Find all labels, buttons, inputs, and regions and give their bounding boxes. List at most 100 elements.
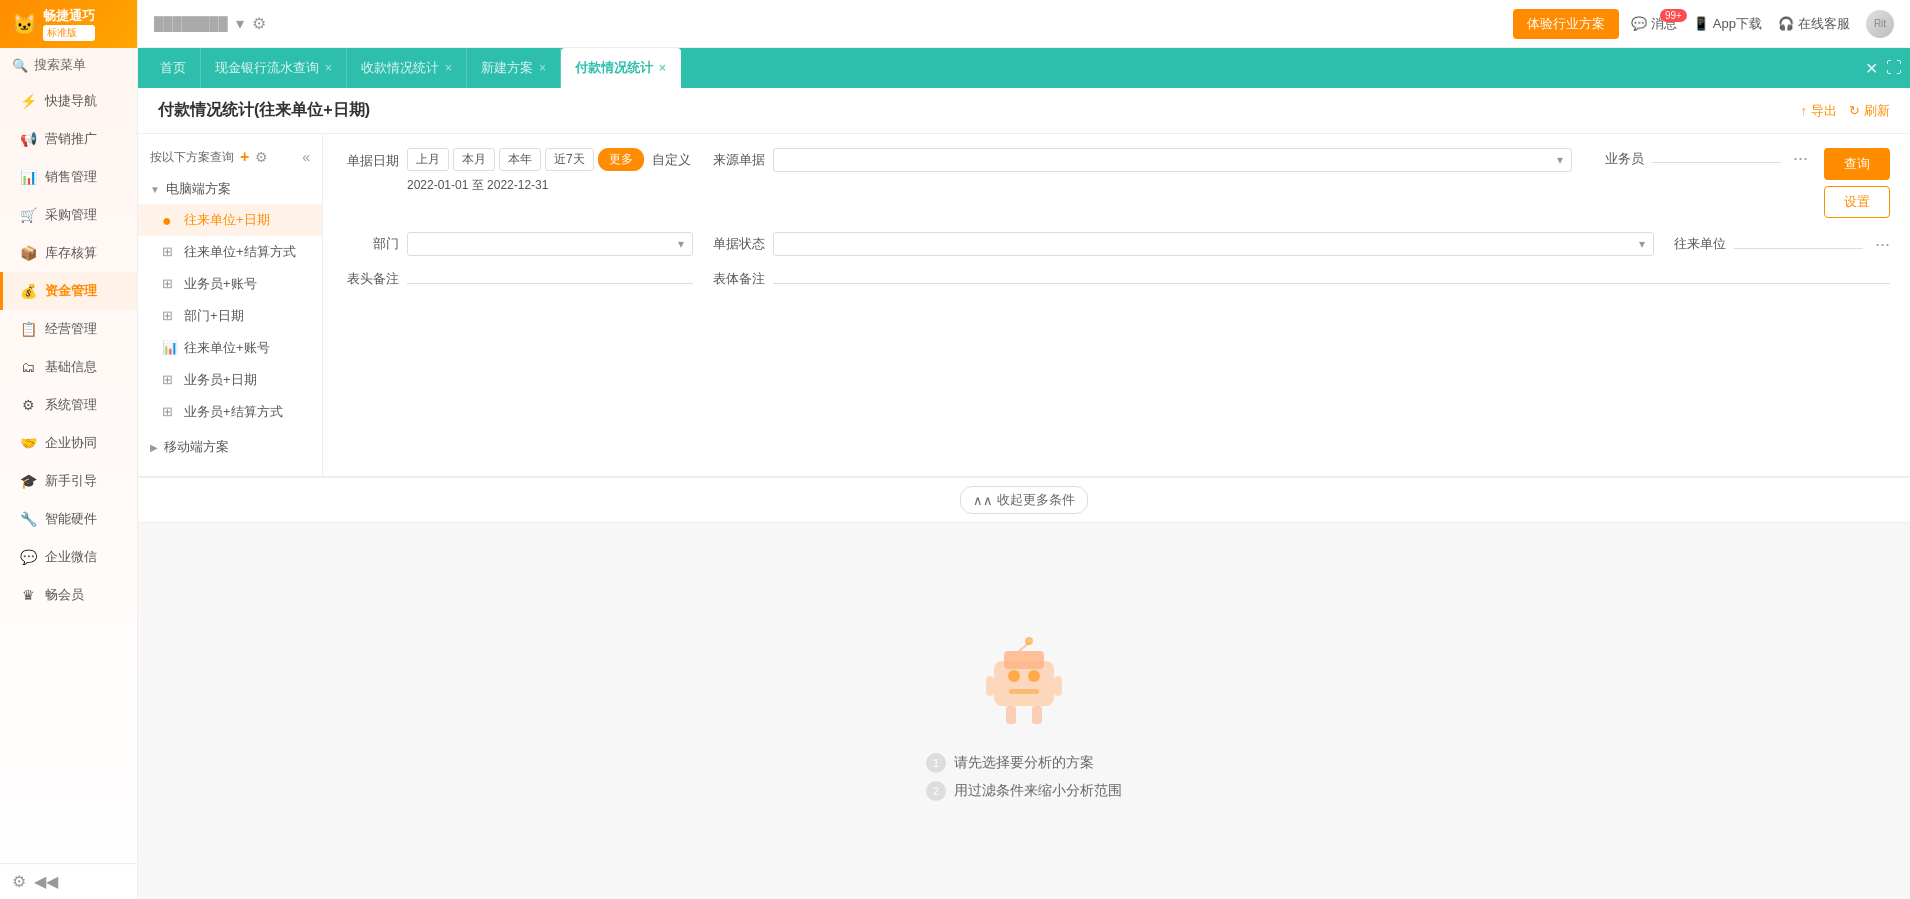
date-btn-this-year[interactable]: 本年 bbox=[499, 148, 541, 171]
tab-new-scheme[interactable]: 新建方案 × bbox=[467, 48, 561, 88]
sidebar-item-hardware[interactable]: 🔧 智能硬件 bbox=[0, 500, 137, 538]
footer-collapse-icon[interactable]: ◀◀ bbox=[34, 872, 58, 891]
main-area: ████████ ▾ ⚙ 体验行业方案 💬 消息 99+ 📱 App下载 🎧 在… bbox=[138, 0, 1910, 899]
search-menu[interactable]: 🔍 搜索菜单 bbox=[0, 48, 137, 82]
scheme-item-label: 部门+日期 bbox=[184, 307, 244, 325]
scheme-item-dept-date[interactable]: ⊞ 部门+日期 bbox=[138, 300, 322, 332]
empty-illustration bbox=[964, 621, 1084, 741]
tab-payment-stats[interactable]: 付款情况统计 × bbox=[561, 48, 681, 88]
export-label: 导出 bbox=[1811, 102, 1837, 120]
scheme-item-contact-date[interactable]: ● 往来单位+日期 bbox=[138, 204, 322, 236]
collapse-up-icon: ∧∧ bbox=[973, 493, 993, 508]
custom-date-label: 自定义 bbox=[652, 151, 691, 169]
sidebar-item-inventory[interactable]: 📦 库存核算 bbox=[0, 234, 137, 272]
scheme-group-mobile-header[interactable]: ▶ 移动端方案 bbox=[138, 432, 322, 462]
tab-bank-flow[interactable]: 现金银行流水查询 × bbox=[201, 48, 347, 88]
scheme-item-icon: ⊞ bbox=[162, 308, 178, 324]
staff-ellipsis-icon[interactable]: ··· bbox=[1793, 148, 1808, 169]
date-label: 单据日期 bbox=[343, 148, 399, 170]
expand-window-icon[interactable]: ⛶ bbox=[1886, 59, 1902, 78]
scheme-item-staff-payment[interactable]: ⊞ 业务员+结算方式 bbox=[138, 396, 322, 428]
refresh-button[interactable]: ↻ 刷新 bbox=[1849, 102, 1890, 120]
dept-select[interactable]: ▾ bbox=[407, 232, 693, 256]
app-download-btn[interactable]: 📱 App下载 bbox=[1693, 15, 1762, 33]
scheme-settings-icon[interactable]: ⚙ bbox=[255, 149, 268, 165]
sidebar-item-wechat[interactable]: 💬 企业微信 bbox=[0, 538, 137, 576]
collapse-filter-btn[interactable]: ∧∧ 收起更多条件 bbox=[960, 486, 1088, 514]
close-all-tabs-icon[interactable]: ✕ bbox=[1865, 59, 1878, 78]
contact-ellipsis-icon[interactable]: ··· bbox=[1875, 234, 1890, 255]
scheme-item-label: 业务员+结算方式 bbox=[184, 403, 283, 421]
staff-label: 业务员 bbox=[1588, 150, 1644, 168]
tip-2-text: 用过滤条件来缩小分析范围 bbox=[954, 782, 1122, 800]
scheme-item-icon: ⊞ bbox=[162, 276, 178, 292]
scheme-group-mobile: ▶ 移动端方案 bbox=[138, 432, 322, 462]
sidebar-item-cooperation[interactable]: 🤝 企业协同 bbox=[0, 424, 137, 462]
scheme-item-contact-account[interactable]: 📊 往来单位+账号 bbox=[138, 332, 322, 364]
tab-bank-flow-label: 现金银行流水查询 bbox=[215, 59, 319, 77]
topbar-dropdown-icon[interactable]: ▾ bbox=[236, 14, 244, 33]
tab-payment-stats-close[interactable]: × bbox=[659, 61, 666, 75]
query-button[interactable]: 查询 bbox=[1824, 148, 1890, 180]
sidebar-item-finance[interactable]: 💰 资金管理 bbox=[0, 272, 137, 310]
sidebar-item-system[interactable]: ⚙ 系统管理 bbox=[0, 386, 137, 424]
group-expand-arrow: ▼ bbox=[150, 184, 160, 195]
tab-home[interactable]: 首页 bbox=[146, 48, 201, 88]
footer-settings-icon[interactable]: ⚙ bbox=[12, 872, 26, 891]
filter-section: 按以下方案查询 + ⚙ « ▼ 电脑端方案 ● 往来单位+日期 bbox=[138, 134, 1910, 477]
tabbar-actions: ✕ ⛶ bbox=[1865, 59, 1902, 78]
date-btn-last-month[interactable]: 上月 bbox=[407, 148, 449, 171]
page-title: 付款情况统计(往来单位+日期) bbox=[158, 100, 370, 121]
source-select[interactable]: ▾ bbox=[773, 148, 1572, 172]
status-dropdown-icon: ▾ bbox=[1639, 237, 1645, 251]
sidebar-item-label: 智能硬件 bbox=[45, 510, 97, 528]
sidebar-item-label: 快捷导航 bbox=[45, 92, 97, 110]
empty-tip-1: 1 请先选择要分析的方案 bbox=[926, 753, 1122, 773]
sidebar-item-label: 畅会员 bbox=[45, 586, 84, 604]
tab-receipt-stats-close[interactable]: × bbox=[445, 61, 452, 75]
sidebar-item-marketing[interactable]: 📢 营销推广 bbox=[0, 120, 137, 158]
online-service-btn[interactable]: 🎧 在线客服 bbox=[1778, 15, 1850, 33]
settings-button[interactable]: 设置 bbox=[1824, 186, 1890, 218]
tab-new-scheme-close[interactable]: × bbox=[539, 61, 546, 75]
sidebar-item-label: 销售管理 bbox=[45, 168, 97, 186]
hardware-icon: 🔧 bbox=[19, 510, 37, 528]
date-btn-more[interactable]: 更多 bbox=[598, 148, 644, 171]
group-label: 移动端方案 bbox=[164, 438, 229, 456]
company-name: ████████ bbox=[154, 16, 228, 31]
export-button[interactable]: ↑ 导出 bbox=[1801, 102, 1838, 120]
collapse-label: 收起更多条件 bbox=[997, 491, 1075, 509]
empty-state: 1 请先选择要分析的方案 2 用过滤条件来缩小分析范围 bbox=[138, 523, 1910, 899]
sidebar-item-quick-nav[interactable]: ⚡ 快捷导航 bbox=[0, 82, 137, 120]
group-collapse-arrow: ▶ bbox=[150, 442, 158, 453]
date-btn-this-month[interactable]: 本月 bbox=[453, 148, 495, 171]
sidebar-item-basics[interactable]: 🗂 基础信息 bbox=[0, 348, 137, 386]
scheme-item-staff-date[interactable]: ⊞ 业务员+日期 bbox=[138, 364, 322, 396]
tab-receipt-stats-label: 收款情况统计 bbox=[361, 59, 439, 77]
add-scheme-icon[interactable]: + bbox=[240, 148, 249, 166]
svg-rect-7 bbox=[1006, 706, 1016, 724]
scheme-item-label: 业务员+日期 bbox=[184, 371, 257, 389]
sidebar-item-vip[interactable]: ♛ 畅会员 bbox=[0, 576, 137, 614]
scheme-item-staff-account[interactable]: ⊞ 业务员+账号 bbox=[138, 268, 322, 300]
scheme-item-contact-payment[interactable]: ⊞ 往来单位+结算方式 bbox=[138, 236, 322, 268]
sidebar-item-guide[interactable]: 🎓 新手引导 bbox=[0, 462, 137, 500]
topbar: ████████ ▾ ⚙ 体验行业方案 💬 消息 99+ 📱 App下载 🎧 在… bbox=[138, 0, 1910, 48]
collapse-bar: ∧∧ 收起更多条件 bbox=[138, 477, 1910, 523]
sidebar-item-operations[interactable]: 📋 经营管理 bbox=[0, 310, 137, 348]
tab-receipt-stats[interactable]: 收款情况统计 × bbox=[347, 48, 467, 88]
topbar-settings-icon[interactable]: ⚙ bbox=[252, 14, 266, 33]
notifications-btn[interactable]: 💬 消息 99+ bbox=[1631, 15, 1677, 33]
collapse-scheme-panel-icon[interactable]: « bbox=[302, 149, 310, 165]
status-select[interactable]: ▾ bbox=[773, 232, 1654, 256]
sidebar-item-purchase[interactable]: 🛒 采购管理 bbox=[0, 196, 137, 234]
tab-bank-flow-close[interactable]: × bbox=[325, 61, 332, 75]
refresh-icon: ↻ bbox=[1849, 103, 1860, 118]
dept-dropdown-icon: ▾ bbox=[678, 237, 684, 251]
date-btn-last-7[interactable]: 近7天 bbox=[545, 148, 594, 171]
trial-button[interactable]: 体验行业方案 bbox=[1513, 9, 1619, 39]
tip-num-2: 2 bbox=[926, 781, 946, 801]
scheme-group-desktop-header[interactable]: ▼ 电脑端方案 bbox=[138, 174, 322, 204]
user-avatar[interactable]: Rit bbox=[1866, 10, 1894, 38]
sidebar-item-sales[interactable]: 📊 销售管理 bbox=[0, 158, 137, 196]
